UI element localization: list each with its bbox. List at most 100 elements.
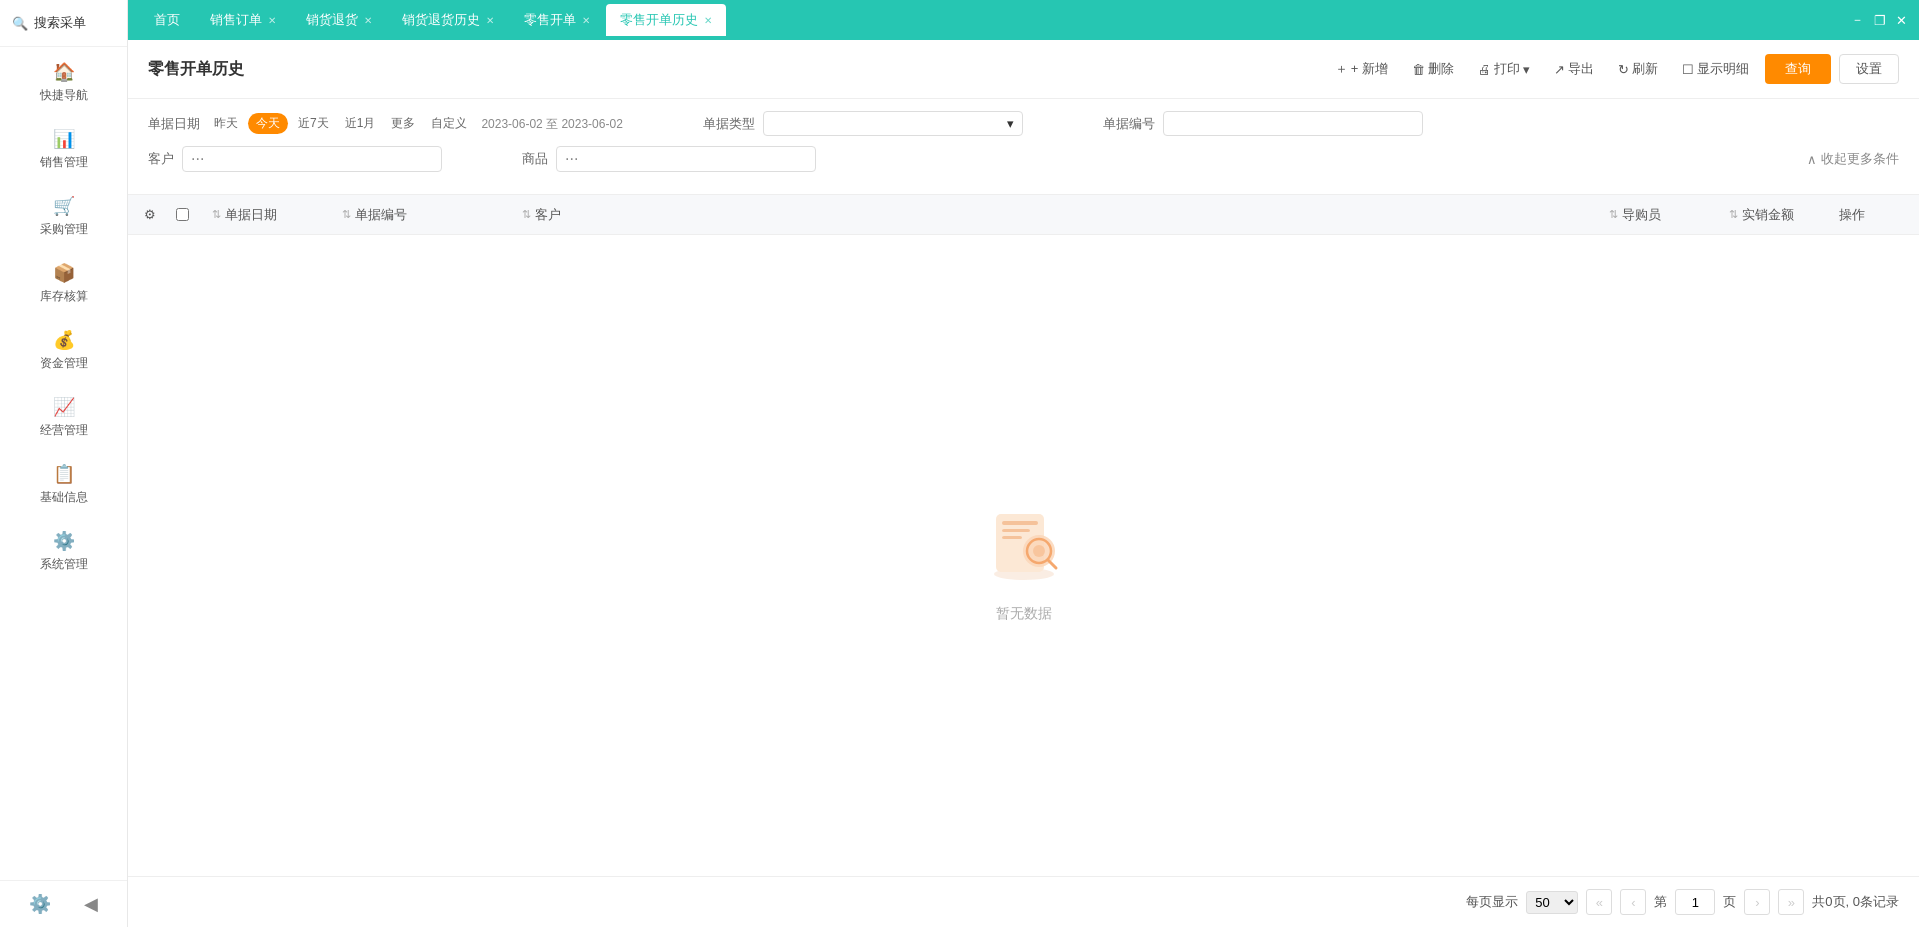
tab-retail-open-history-close[interactable]: ✕ [704, 15, 712, 26]
sidebar-item-base-info[interactable]: 📋 基础信息 [0, 449, 127, 516]
per-page-select[interactable]: 50 10 20 100 [1526, 891, 1578, 914]
settings-bottom-icon[interactable]: ⚙️ [29, 893, 51, 915]
add-button[interactable]: ＋ + 新增 [1327, 56, 1396, 82]
next-page-btn[interactable]: › [1744, 889, 1770, 915]
sidebar-item-quick-nav[interactable]: 🏠 快捷导航 [0, 47, 127, 114]
order-type-select[interactable]: ▾ [763, 111, 1023, 136]
sidebar-item-purchase-mgmt[interactable]: 🛒 采购管理 [0, 181, 127, 248]
date-7days[interactable]: 近7天 [292, 113, 335, 134]
order-no-input[interactable] [1163, 111, 1423, 136]
first-page-btn[interactable]: « [1586, 889, 1612, 915]
add-label: + 新增 [1351, 60, 1388, 78]
sort-amount-icon[interactable]: ⇅ [1729, 208, 1738, 221]
tab-sales-return-history-close[interactable]: ✕ [486, 15, 494, 26]
sidebar-item-label: 基础信息 [40, 489, 88, 506]
query-button[interactable]: 查询 [1765, 54, 1831, 84]
sidebar-search[interactable]: 🔍 搜索采单 [0, 0, 127, 47]
sidebar-item-operations[interactable]: 📈 经营管理 [0, 382, 127, 449]
filter-row-1: 单据日期 昨天 今天 近7天 近1月 更多 自定义 2023-06-02 至 2… [148, 111, 1899, 136]
window-minimize[interactable]: － [1851, 11, 1864, 29]
customer-ellipsis: ··· [191, 150, 204, 168]
th-customer-label: 客户 [535, 206, 561, 224]
sidebar-item-inventory[interactable]: 📦 库存核算 [0, 248, 127, 315]
tab-sales-order-close[interactable]: ✕ [268, 15, 276, 26]
sidebar-item-label: 系统管理 [40, 556, 88, 573]
tab-sales-return-history-label: 销货退货历史 [402, 11, 480, 29]
sort-customer-icon[interactable]: ⇅ [522, 208, 531, 221]
display-detail-label: 显示明细 [1697, 60, 1749, 78]
sidebar-item-sys-mgmt[interactable]: ⚙️ 系统管理 [0, 516, 127, 583]
filter-row-2: 客户 ··· 商品 ··· ∧ 收起更多条件 [148, 146, 1899, 172]
page-number-input[interactable]: 1 [1675, 889, 1715, 915]
tab-retail-open[interactable]: 零售开单 ✕ [510, 4, 604, 36]
date-today[interactable]: 今天 [248, 113, 288, 134]
prev-page-btn[interactable]: ‹ [1620, 889, 1646, 915]
refresh-button[interactable]: ↻ 刷新 [1610, 56, 1666, 82]
page-suffix: 页 [1723, 893, 1736, 911]
th-settings[interactable]: ⚙ [136, 207, 168, 222]
per-page-label: 每页显示 [1466, 893, 1518, 911]
display-detail-button[interactable]: ☐ 显示明细 [1674, 56, 1757, 82]
checkbox-icon: ☐ [1682, 62, 1694, 77]
svg-rect-2 [1002, 521, 1038, 525]
sort-guide-icon[interactable]: ⇅ [1609, 208, 1618, 221]
last-page-btn[interactable]: » [1778, 889, 1804, 915]
date-1month[interactable]: 近1月 [339, 113, 382, 134]
print-dropdown-icon[interactable]: ▾ [1523, 62, 1530, 77]
date-range-text: 2023-06-02 至 2023-06-02 [481, 116, 622, 133]
sort-asc-icon[interactable]: ⇅ [212, 208, 221, 221]
sidebar-item-label: 快捷导航 [40, 87, 88, 104]
select-all-checkbox[interactable] [176, 208, 189, 221]
quick-nav-icon: 🏠 [53, 61, 75, 83]
sidebar-item-label: 采购管理 [40, 221, 88, 238]
export-icon: ↗ [1554, 62, 1565, 77]
date-custom[interactable]: 自定义 [425, 113, 473, 134]
sidebar-item-finance[interactable]: 💰 资金管理 [0, 315, 127, 382]
filter-product: 商品 ··· [522, 146, 816, 172]
tab-sales-return[interactable]: 销货退货 ✕ [292, 4, 386, 36]
collapse-more-btn[interactable]: ∧ 收起更多条件 [1807, 146, 1899, 172]
product-input[interactable]: ··· [556, 146, 816, 172]
sidebar-bottom: ⚙️ ◀ [0, 880, 127, 927]
sidebar-item-label: 资金管理 [40, 355, 88, 372]
tab-retail-open-close[interactable]: ✕ [582, 15, 590, 26]
customer-input[interactable]: ··· [182, 146, 442, 172]
main-area: 首页 销售订单 ✕ 销货退货 ✕ 销货退货历史 ✕ 零售开单 ✕ 零售开单历史 … [128, 0, 1919, 927]
export-label: 导出 [1568, 60, 1594, 78]
date-shortcuts: 昨天 今天 近7天 近1月 更多 自定义 [208, 113, 473, 134]
tab-sales-order[interactable]: 销售订单 ✕ [196, 4, 290, 36]
delete-button[interactable]: 🗑 删除 [1404, 56, 1462, 82]
product-label: 商品 [522, 150, 548, 168]
customer-label: 客户 [148, 150, 174, 168]
window-restore[interactable]: ❐ [1874, 13, 1886, 28]
th-action: 操作 [1831, 206, 1911, 224]
tab-sales-return-close[interactable]: ✕ [364, 15, 372, 26]
tab-retail-open-history[interactable]: 零售开单历史 ✕ [606, 4, 726, 36]
page-header: 零售开单历史 ＋ + 新增 🗑 删除 🖨 打印 ▾ ↗ 导出 [128, 40, 1919, 99]
filter-order-type: 单据类型 ▾ [703, 111, 1023, 136]
collapse-sidebar-icon[interactable]: ◀ [84, 893, 98, 915]
th-guide-label: 导购员 [1622, 206, 1661, 224]
date-label: 单据日期 [148, 115, 200, 133]
page-title: 零售开单历史 [148, 59, 244, 94]
tab-sales-return-history[interactable]: 销货退货历史 ✕ [388, 4, 508, 36]
sales-mgmt-icon: 📊 [53, 128, 75, 150]
th-amount: ⇅ 实销金额 [1721, 206, 1831, 224]
order-no-label: 单据编号 [1103, 115, 1155, 133]
date-more[interactable]: 更多 [385, 113, 421, 134]
search-icon: 🔍 [12, 16, 28, 31]
window-close[interactable]: ✕ [1896, 13, 1907, 28]
settings-button[interactable]: 设置 [1839, 54, 1899, 84]
svg-line-7 [1048, 560, 1056, 568]
tab-sales-order-label: 销售订单 [210, 11, 262, 29]
th-checkbox[interactable] [168, 208, 204, 221]
export-button[interactable]: ↗ 导出 [1546, 56, 1602, 82]
date-yesterday[interactable]: 昨天 [208, 113, 244, 134]
sort-order-no-icon[interactable]: ⇅ [342, 208, 351, 221]
sidebar-item-sales-mgmt[interactable]: 📊 销售管理 [0, 114, 127, 181]
window-controls: － ❐ ✕ [1851, 11, 1907, 29]
print-button[interactable]: 🖨 打印 ▾ [1470, 56, 1538, 82]
total-text: 共0页, 0条记录 [1812, 893, 1899, 911]
operations-icon: 📈 [53, 396, 75, 418]
tab-home[interactable]: 首页 [140, 4, 194, 36]
